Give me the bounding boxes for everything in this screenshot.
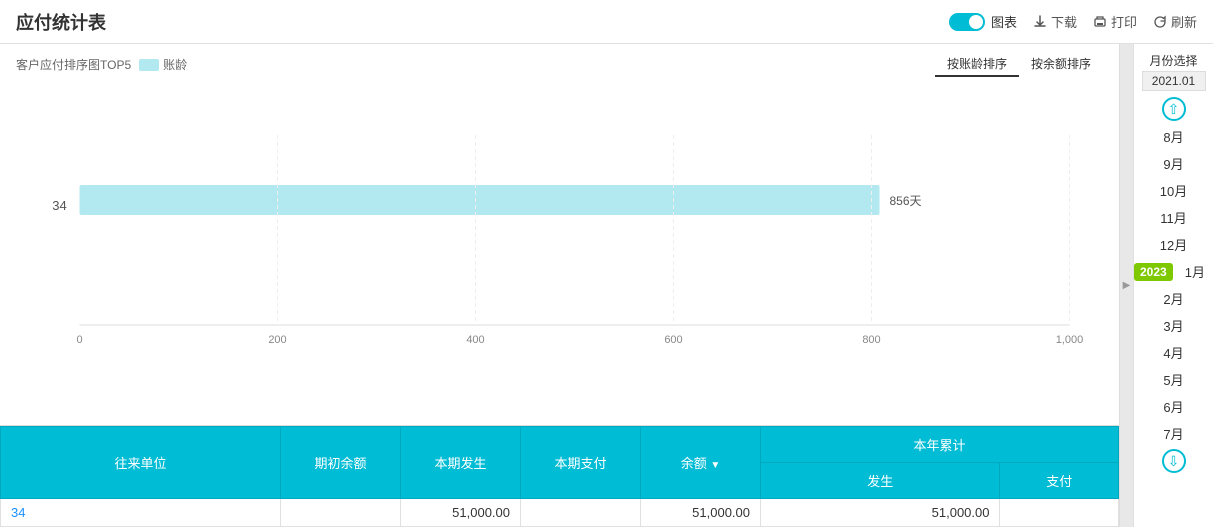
- collapse-handle[interactable]: ▶: [1119, 44, 1133, 527]
- sidebar-month-10[interactable]: 10月: [1134, 177, 1213, 204]
- sidebar-month-2[interactable]: 2月: [1134, 285, 1213, 312]
- svg-text:0: 0: [76, 334, 82, 345]
- legend-age: 账龄: [139, 56, 187, 73]
- cell-balance: 51,000.00: [641, 499, 761, 527]
- col-ytd-occur: 发生: [761, 463, 1000, 499]
- col-opening: 期初余额: [281, 427, 401, 499]
- sidebar-title: 月份选择: [1149, 48, 1197, 71]
- download-label: 下载: [1051, 12, 1077, 31]
- col-ytd: 本年累计: [761, 427, 1119, 463]
- svg-text:856天: 856天: [890, 194, 922, 208]
- sort-by-age-tab[interactable]: 按账龄排序: [935, 52, 1019, 77]
- refresh-icon: [1153, 15, 1167, 29]
- col-ytd-pay: 支付: [1000, 463, 1119, 499]
- page-title: 应付统计表: [16, 9, 106, 35]
- svg-text:800: 800: [862, 334, 880, 345]
- month-sidebar: 月份选择 2021.01 ⇧ 8月 9月 10月 11月 12月 2023 1月…: [1133, 44, 1213, 527]
- chart-section: 客户应付排序图TOP5 账龄 按账龄排序 按余额排序 34: [0, 44, 1119, 527]
- cell-current-occur: 51,000.00: [401, 499, 521, 527]
- main-content: 客户应付排序图TOP5 账龄 按账龄排序 按余额排序 34: [0, 44, 1213, 527]
- sidebar-month-8[interactable]: 8月: [1134, 123, 1213, 150]
- sort-by-balance-tab[interactable]: 按余额排序: [1019, 52, 1103, 77]
- col-current-occur: 本期发生: [401, 427, 521, 499]
- unit-link[interactable]: 34: [11, 505, 25, 520]
- legend-age-label: 账龄: [163, 56, 187, 73]
- app-header: 应付统计表 图表 下载 打印 刷新: [0, 0, 1213, 44]
- sidebar-up-btn[interactable]: ⇧: [1162, 97, 1186, 121]
- year-marker: 2023: [1134, 263, 1173, 281]
- sidebar-down-btn[interactable]: ⇩: [1162, 449, 1186, 473]
- legend-age-color: [139, 59, 159, 71]
- svg-text:600: 600: [664, 334, 682, 345]
- legend-top5-label: 客户应付排序图TOP5: [16, 56, 131, 73]
- table-header-row: 往来单位 期初余额 本期发生 本期支付 余额 ▼ 本年累计: [1, 427, 1119, 463]
- sidebar-month-12[interactable]: 12月: [1134, 231, 1213, 258]
- col-current-pay: 本期支付: [521, 427, 641, 499]
- table-section: 往来单位 期初余额 本期发生 本期支付 余额 ▼ 本年累计 发生: [0, 425, 1119, 527]
- cell-current-pay: [521, 499, 641, 527]
- cell-opening: [281, 499, 401, 527]
- sidebar-month-6[interactable]: 6月: [1134, 393, 1213, 420]
- refresh-button[interactable]: 刷新: [1153, 12, 1197, 31]
- cell-ytd-pay: [1000, 499, 1119, 527]
- sidebar-month-7[interactable]: 7月: [1134, 420, 1213, 447]
- year-value[interactable]: 2021.01: [1142, 71, 1206, 91]
- table-row: 34 51,000.00 51,000.00 51,000.00: [1, 499, 1119, 527]
- chart-toggle[interactable]: 图表: [949, 12, 1017, 31]
- collapse-icon: ▶: [1123, 280, 1131, 291]
- chart-svg: 34 856天 0 200 400 600 800 1,000: [16, 85, 1103, 345]
- cell-unit: 34: [1, 499, 281, 527]
- data-table: 往来单位 期初余额 本期发生 本期支付 余额 ▼ 本年累计 发生: [0, 426, 1119, 527]
- sidebar-month-5[interactable]: 5月: [1134, 366, 1213, 393]
- toggle-thumb: [969, 15, 983, 29]
- legend-top5: 客户应付排序图TOP5: [16, 56, 131, 73]
- chart-controls: 客户应付排序图TOP5 账龄 按账龄排序 按余额排序: [0, 44, 1119, 85]
- sort-tabs: 按账龄排序 按余额排序: [935, 52, 1103, 77]
- download-button[interactable]: 下载: [1033, 12, 1077, 31]
- sidebar-month-9[interactable]: 9月: [1134, 150, 1213, 177]
- print-label: 打印: [1111, 12, 1137, 31]
- sidebar-month-11[interactable]: 11月: [1134, 204, 1213, 231]
- svg-text:34: 34: [52, 198, 66, 213]
- download-icon: [1033, 15, 1047, 29]
- col-incoming: 往来单位: [1, 427, 281, 499]
- print-button[interactable]: 打印: [1093, 12, 1137, 31]
- cell-ytd-occur: 51,000.00: [761, 499, 1000, 527]
- sidebar-month-4[interactable]: 4月: [1134, 339, 1213, 366]
- print-icon: [1093, 15, 1107, 29]
- chart-legend: 客户应付排序图TOP5 账龄: [16, 56, 187, 73]
- col-balance: 余额 ▼: [641, 427, 761, 499]
- chart-wrapper: 34 856天 0 200 400 600 800 1,000: [0, 85, 1119, 425]
- svg-text:200: 200: [268, 334, 286, 345]
- svg-text:1,000: 1,000: [1056, 334, 1084, 345]
- svg-text:400: 400: [466, 334, 484, 345]
- sidebar-month-3[interactable]: 3月: [1134, 312, 1213, 339]
- toggle-track[interactable]: [949, 13, 985, 31]
- header-actions: 图表 下载 打印 刷新: [949, 12, 1197, 31]
- refresh-label: 刷新: [1171, 12, 1197, 31]
- toggle-label: 图表: [991, 12, 1017, 31]
- sidebar-month-1[interactable]: 1月: [1177, 260, 1213, 283]
